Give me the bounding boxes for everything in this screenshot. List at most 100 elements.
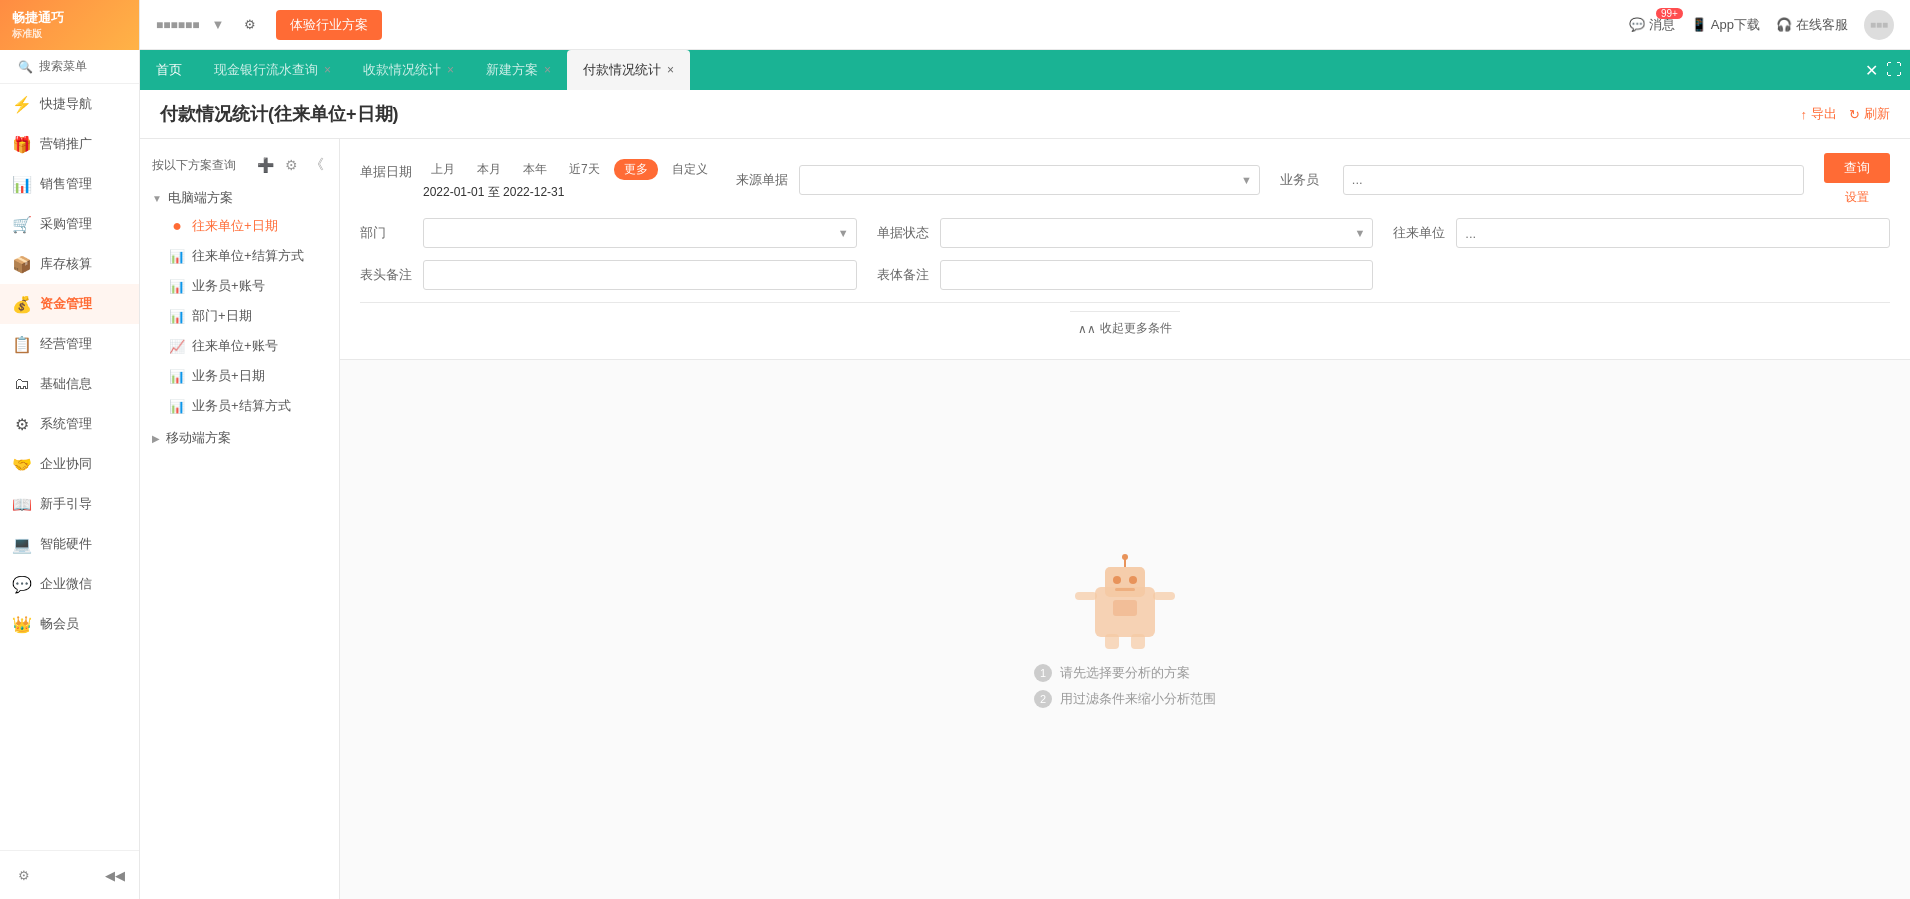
message-icon: 💬 xyxy=(1629,17,1645,32)
tab-payment-stats-label: 收款情况统计 xyxy=(363,61,441,79)
sidebar-item-quick-nav[interactable]: ⚡ 快捷导航 xyxy=(0,84,139,124)
plan-item-dept-date[interactable]: 📊 部门+日期 xyxy=(140,301,339,331)
collapse-panel-btn[interactable]: 《 xyxy=(307,155,327,175)
settings-plan-btn[interactable]: ⚙ xyxy=(281,155,301,175)
desktop-section-label: 电脑端方案 xyxy=(168,189,233,207)
sidebar-item-wechat[interactable]: 💬 企业微信 xyxy=(0,564,139,604)
partner-field: 往来单位 xyxy=(1393,218,1890,248)
form-row-1: 单据日期 上月 本月 本年 近7天 更多 自定义 20 xyxy=(360,153,1890,206)
doc-status-select[interactable] xyxy=(940,218,1374,248)
header: ■■■■■■ ▼ ⚙ 体验行业方案 💬 消息 99+ 📱 App下载 🎧 在线客… xyxy=(140,0,1910,50)
user-avatar[interactable]: ■■■ xyxy=(1864,10,1894,40)
date-btn-7days[interactable]: 近7天 xyxy=(561,159,608,180)
tab-new-plan-close[interactable]: × xyxy=(544,63,551,77)
plan-active-icon: ● xyxy=(168,217,186,235)
body-note-input[interactable] xyxy=(940,260,1374,290)
form-actions: 查询 设置 xyxy=(1824,153,1890,206)
empty-state: 1 请先选择要分析的方案 2 用过滤条件来缩小分析范围 xyxy=(1034,552,1216,708)
refresh-button[interactable]: ↻ 刷新 xyxy=(1849,105,1890,123)
sidebar-item-operations[interactable]: 📋 经营管理 xyxy=(0,324,139,364)
tip-text-2: 用过滤条件来缩小分析范围 xyxy=(1060,690,1216,708)
body-note-field: 表体备注 xyxy=(877,260,1374,290)
tab-close-all-btn[interactable]: ✕ xyxy=(1865,61,1878,80)
tab-home[interactable]: 首页 xyxy=(140,50,198,90)
tip-num-1: 1 xyxy=(1034,664,1052,682)
mobile-section-header[interactable]: ▶ 移动端方案 xyxy=(140,425,339,451)
plan-item-salesman-account[interactable]: 📊 业务员+账号 xyxy=(140,271,339,301)
sidebar-item-sales[interactable]: 📊 销售管理 xyxy=(0,164,139,204)
date-btn-last-month[interactable]: 上月 xyxy=(423,159,463,180)
tab-pay-stats[interactable]: 付款情况统计 × xyxy=(567,50,690,90)
hardware-icon: 💻 xyxy=(12,534,32,554)
search-menu[interactable]: 🔍 搜索菜单 xyxy=(0,50,139,84)
sidebar-item-marketing[interactable]: 🎁 营销推广 xyxy=(0,124,139,164)
add-plan-btn[interactable]: ➕ xyxy=(255,155,275,175)
sidebar-item-vip[interactable]: 👑 畅会员 xyxy=(0,604,139,644)
plan-item-partner-account[interactable]: 📈 往来单位+账号 xyxy=(140,331,339,361)
panel-header: 按以下方案查询 ➕ ⚙ 《 xyxy=(140,149,339,181)
header-settings-icon[interactable]: ⚙ xyxy=(236,11,264,39)
message-item[interactable]: 💬 消息 99+ xyxy=(1629,16,1675,34)
tab-bank-flow-close[interactable]: × xyxy=(324,63,331,77)
dept-select[interactable] xyxy=(423,218,857,248)
desktop-section-header[interactable]: ▼ 电脑端方案 xyxy=(140,185,339,211)
settings-bottom-icon[interactable]: ⚙ xyxy=(10,861,38,889)
tip-text-1: 请先选择要分析的方案 xyxy=(1060,664,1190,682)
plan-icon: 📈 xyxy=(168,337,186,355)
sidebar-item-system[interactable]: ⚙ 系统管理 xyxy=(0,404,139,444)
tab-bank-flow[interactable]: 现金银行流水查询 × xyxy=(198,50,347,90)
sidebar-item-guide[interactable]: 📖 新手引导 xyxy=(0,484,139,524)
empty-tip-2: 2 用过滤条件来缩小分析范围 xyxy=(1034,690,1216,708)
tab-expand-btn[interactable]: ⛶ xyxy=(1886,61,1902,79)
dropdown-arrow[interactable]: ▼ xyxy=(212,17,225,32)
sidebar-item-label: 快捷导航 xyxy=(40,95,92,113)
sidebar-item-label: 畅会员 xyxy=(40,615,79,633)
collapse-conditions-btn[interactable]: ∧∧ 收起更多条件 xyxy=(1070,311,1180,345)
right-content: 单据日期 上月 本月 本年 近7天 更多 自定义 20 xyxy=(340,139,1910,899)
panel-title: 按以下方案查询 xyxy=(152,157,236,174)
trial-button[interactable]: 体验行业方案 xyxy=(276,10,382,40)
plan-icon: 📊 xyxy=(168,277,186,295)
tabs-bar: 首页 现金银行流水查询 × 收款情况统计 × 新建方案 × 付款情况统计 × ✕… xyxy=(140,50,1910,90)
sidebar-item-enterprise[interactable]: 🤝 企业协同 xyxy=(0,444,139,484)
left-panel: 按以下方案查询 ➕ ⚙ 《 ▼ 电脑端方案 ● 往来单位+日期 xyxy=(140,139,340,899)
source-select[interactable] xyxy=(799,165,1260,195)
body-area: 按以下方案查询 ➕ ⚙ 《 ▼ 电脑端方案 ● 往来单位+日期 xyxy=(140,139,1910,899)
date-range-display: 2022-01-01 至 2022-12-31 xyxy=(423,184,716,201)
sidebar-item-basic-info[interactable]: 🗂 基础信息 xyxy=(0,364,139,404)
query-button[interactable]: 查询 xyxy=(1824,153,1890,183)
app-download-item[interactable]: 📱 App下载 xyxy=(1691,16,1760,34)
plan-item-partner-settle[interactable]: 📊 往来单位+结算方式 xyxy=(140,241,339,271)
sidebar-item-label: 企业微信 xyxy=(40,575,92,593)
tab-payment-stats-close[interactable]: × xyxy=(447,63,454,77)
header-note-input[interactable] xyxy=(423,260,857,290)
online-service-item[interactable]: 🎧 在线客服 xyxy=(1776,16,1848,34)
date-btn-more[interactable]: 更多 xyxy=(614,159,658,180)
plan-item-label: 往来单位+结算方式 xyxy=(192,247,304,265)
sidebar-item-inventory[interactable]: 📦 库存核算 xyxy=(0,244,139,284)
vip-icon: 👑 xyxy=(12,614,32,634)
wechat-icon: 💬 xyxy=(12,574,32,594)
plan-item-partner-date[interactable]: ● 往来单位+日期 xyxy=(140,211,339,241)
sidebar-item-hardware[interactable]: 💻 智能硬件 xyxy=(0,524,139,564)
tab-payment-stats[interactable]: 收款情况统计 × xyxy=(347,50,470,90)
export-button[interactable]: ↑ 导出 xyxy=(1801,105,1838,123)
date-btn-custom[interactable]: 自定义 xyxy=(664,159,716,180)
sidebar-item-label: 新手引导 xyxy=(40,495,92,513)
sidebar-item-capital[interactable]: 💰 资金管理 xyxy=(0,284,139,324)
tab-pay-stats-close[interactable]: × xyxy=(667,63,674,77)
tab-new-plan[interactable]: 新建方案 × xyxy=(470,50,567,90)
salesman-input[interactable] xyxy=(1343,165,1804,195)
query-form: 单据日期 上月 本月 本年 近7天 更多 自定义 20 xyxy=(340,139,1910,360)
partner-input[interactable] xyxy=(1456,218,1890,248)
page-title: 付款情况统计(往来单位+日期) xyxy=(160,102,399,126)
settings-link[interactable]: 设置 xyxy=(1824,189,1890,206)
date-btn-this-month[interactable]: 本月 xyxy=(469,159,509,180)
plan-item-salesman-settle[interactable]: 📊 业务员+结算方式 xyxy=(140,391,339,421)
refresh-icon: ↻ xyxy=(1849,107,1860,122)
date-btn-this-year[interactable]: 本年 xyxy=(515,159,555,180)
plan-item-salesman-date[interactable]: 📊 业务员+日期 xyxy=(140,361,339,391)
date-controls: 上月 本月 本年 近7天 更多 自定义 2022-01-01 至 2022-12… xyxy=(423,159,716,201)
collapse-sidebar-icon[interactable]: ◀◀ xyxy=(101,861,129,889)
sidebar-item-purchase[interactable]: 🛒 采购管理 xyxy=(0,204,139,244)
